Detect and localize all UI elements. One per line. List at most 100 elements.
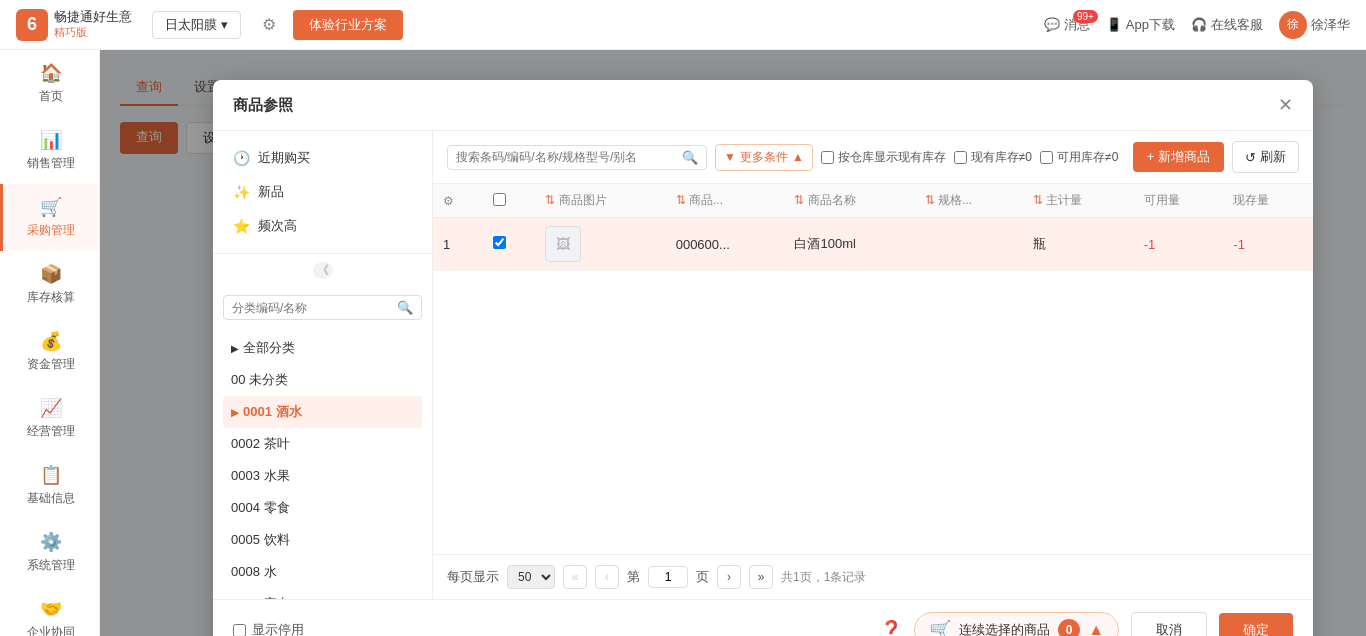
product-image: 🖼	[545, 226, 581, 262]
help-icon[interactable]: ❓	[880, 619, 902, 636]
sidebar-item-sales[interactable]: 📊 销售管理	[0, 117, 99, 184]
logo-text: 畅捷通好生意 精巧版	[54, 9, 132, 41]
message-icon: 💬	[1044, 17, 1060, 32]
collapse-button[interactable]: 《	[313, 262, 333, 279]
col-settings[interactable]: ⚙	[433, 184, 483, 218]
warehouse-stock-checkbox[interactable]	[821, 151, 834, 164]
trial-button[interactable]: 体验行业方案	[293, 10, 403, 40]
category-item-fruit[interactable]: 0003 水果	[223, 460, 422, 492]
inventory-icon: 📦	[40, 263, 62, 285]
sort-icon: ⇅	[1033, 193, 1043, 207]
sidebar: 🏠 首页 📊 销售管理 🛒 采购管理 📦 库存核算 💰 资金管理 📈 经营管理 …	[0, 50, 100, 636]
col-checkbox	[483, 184, 536, 218]
modal-right-panel: 🔍 ▼ 更多条件 ▲ 按仓库显示现有库存	[433, 131, 1313, 599]
messages-badge: 99+	[1073, 10, 1098, 23]
category-search-input[interactable]	[232, 301, 391, 315]
tab-high-frequency[interactable]: ⭐ 频次高	[223, 209, 422, 243]
cell-checkbox[interactable]	[483, 218, 536, 271]
cell-name: 白酒100ml	[784, 218, 914, 271]
sidebar-item-home[interactable]: 🏠 首页	[0, 50, 99, 117]
cart-count-badge: 0	[1058, 619, 1080, 636]
nav-dropdown[interactable]: 日太阳膜 ▾	[152, 11, 241, 39]
product-search-box: 🔍	[447, 145, 707, 170]
recent-icon: 🕐	[233, 150, 250, 166]
usable-stock-checkbox[interactable]	[1040, 151, 1053, 164]
app-download-nav-item[interactable]: 📱 App下载	[1106, 16, 1175, 34]
prev-page-button[interactable]: ‹	[595, 565, 619, 589]
cart-collapse-button[interactable]: ▲	[1088, 621, 1104, 636]
col-stock: 现存量	[1223, 184, 1313, 218]
next-page-button[interactable]: ›	[717, 565, 741, 589]
chevron-down-icon: ▾	[221, 17, 228, 32]
modal-toolbar: 🔍 ▼ 更多条件 ▲ 按仓库显示现有库存	[433, 131, 1313, 184]
online-service-nav-item[interactable]: 🎧 在线客服	[1191, 16, 1263, 34]
sidebar-item-purchase[interactable]: 🛒 采购管理	[0, 184, 99, 251]
avatar: 徐	[1279, 11, 1307, 39]
table-row[interactable]: 1 🖼 000600... 白酒100ml 瓶 -1	[433, 218, 1313, 271]
modal-body: 🕐 近期购买 ✨ 新品 ⭐ 频次高 《	[213, 131, 1313, 599]
sidebar-item-operations[interactable]: 📈 经营管理	[0, 385, 99, 452]
sidebar-item-inventory[interactable]: 📦 库存核算	[0, 251, 99, 318]
checkbox-warehouse-stock[interactable]: 按仓库显示现有库存	[821, 149, 946, 166]
cell-image: 🖼	[535, 218, 665, 271]
product-reference-modal: 商品参照 ✕ 🕐 近期购买 ✨ 新品	[213, 80, 1313, 636]
row-checkbox[interactable]	[493, 236, 506, 249]
show-disabled-checkbox-label[interactable]: 显示停用	[233, 621, 304, 636]
sidebar-item-finance[interactable]: 💰 资金管理	[0, 318, 99, 385]
checkbox-available-stock[interactable]: 现有库存≠0	[954, 149, 1032, 166]
sales-icon: 📊	[40, 129, 62, 151]
main-content: 查询 设置 查询 设置 刷新 商品参照 ✕	[100, 50, 1366, 636]
messages-nav-item[interactable]: 💬 消息 99+	[1044, 16, 1090, 34]
category-item-tea[interactable]: 0002 茶叶	[223, 428, 422, 460]
sidebar-item-enterprise[interactable]: 🤝 企业协同	[0, 586, 99, 636]
add-product-button[interactable]: + 新增商品	[1133, 142, 1224, 172]
nav-right: 💬 消息 99+ 📱 App下载 🎧 在线客服 徐 徐泽华	[1044, 11, 1350, 39]
first-page-button[interactable]: «	[563, 565, 587, 589]
enterprise-icon: 🤝	[40, 598, 62, 620]
modal-left-panel: 🕐 近期购买 ✨ 新品 ⭐ 频次高 《	[213, 131, 433, 599]
sort-icon: ⇅	[794, 193, 804, 207]
cell-spec	[915, 218, 1023, 271]
logo-area: 6 畅捷通好生意 精巧版	[16, 9, 132, 41]
chevron-up-icon: ▲	[792, 150, 804, 164]
per-page-select[interactable]: 50	[507, 565, 555, 589]
page-number-input[interactable]	[648, 566, 688, 588]
sidebar-item-basic-info[interactable]: 📋 基础信息	[0, 452, 99, 519]
cancel-button[interactable]: 取消	[1131, 612, 1207, 636]
col-name: ⇅ 商品名称	[784, 184, 914, 218]
footer-right: ❓ 🛒 连续选择的商品 0 ▲ 取消 确定	[880, 612, 1293, 636]
checkbox-usable-stock[interactable]: 可用库存≠0	[1040, 149, 1118, 166]
system-icon: ⚙️	[40, 531, 62, 553]
category-item-liquor[interactable]: ▶ 0001 酒水	[223, 396, 422, 428]
cell-stock: -1	[1223, 218, 1313, 271]
category-search-box: 🔍	[223, 295, 422, 320]
category-item-beverage[interactable]: 0005 饮料	[223, 524, 422, 556]
cart-area: 🛒 连续选择的商品 0 ▲	[914, 612, 1119, 636]
arrow-icon: ▶	[231, 407, 239, 418]
sort-icon: ⇅	[676, 193, 686, 207]
arrow-icon: ▶	[231, 343, 239, 354]
sidebar-item-system[interactable]: ⚙️ 系统管理	[0, 519, 99, 586]
available-stock-checkbox[interactable]	[954, 151, 967, 164]
cart-icon: 🛒	[929, 619, 951, 636]
refresh-icon: ↺	[1245, 150, 1256, 165]
confirm-button[interactable]: 确定	[1219, 613, 1293, 636]
more-filter-button[interactable]: ▼ 更多条件 ▲	[715, 144, 813, 171]
last-page-button[interactable]: »	[749, 565, 773, 589]
category-item-unclassified[interactable]: 00 未分类	[223, 364, 422, 396]
category-item-all[interactable]: ▶ 全部分类	[223, 332, 422, 364]
product-search-input[interactable]	[456, 150, 676, 164]
show-disabled-checkbox[interactable]	[233, 624, 246, 637]
category-item-water[interactable]: 0008 水	[223, 556, 422, 588]
tab-recent-purchase[interactable]: 🕐 近期购买	[223, 141, 422, 175]
category-item-appliance[interactable]: 0010 家电	[223, 588, 422, 599]
user-profile[interactable]: 徐 徐泽华	[1279, 11, 1350, 39]
cell-unit: 瓶	[1023, 218, 1134, 271]
gear-icon[interactable]: ⚙	[253, 9, 285, 41]
operations-icon: 📈	[40, 397, 62, 419]
select-all-checkbox[interactable]	[493, 193, 506, 206]
modal-close-button[interactable]: ✕	[1278, 94, 1293, 116]
category-item-snack[interactable]: 0004 零食	[223, 492, 422, 524]
tab-new-product[interactable]: ✨ 新品	[223, 175, 422, 209]
refresh-button[interactable]: ↺ 刷新	[1232, 141, 1299, 173]
